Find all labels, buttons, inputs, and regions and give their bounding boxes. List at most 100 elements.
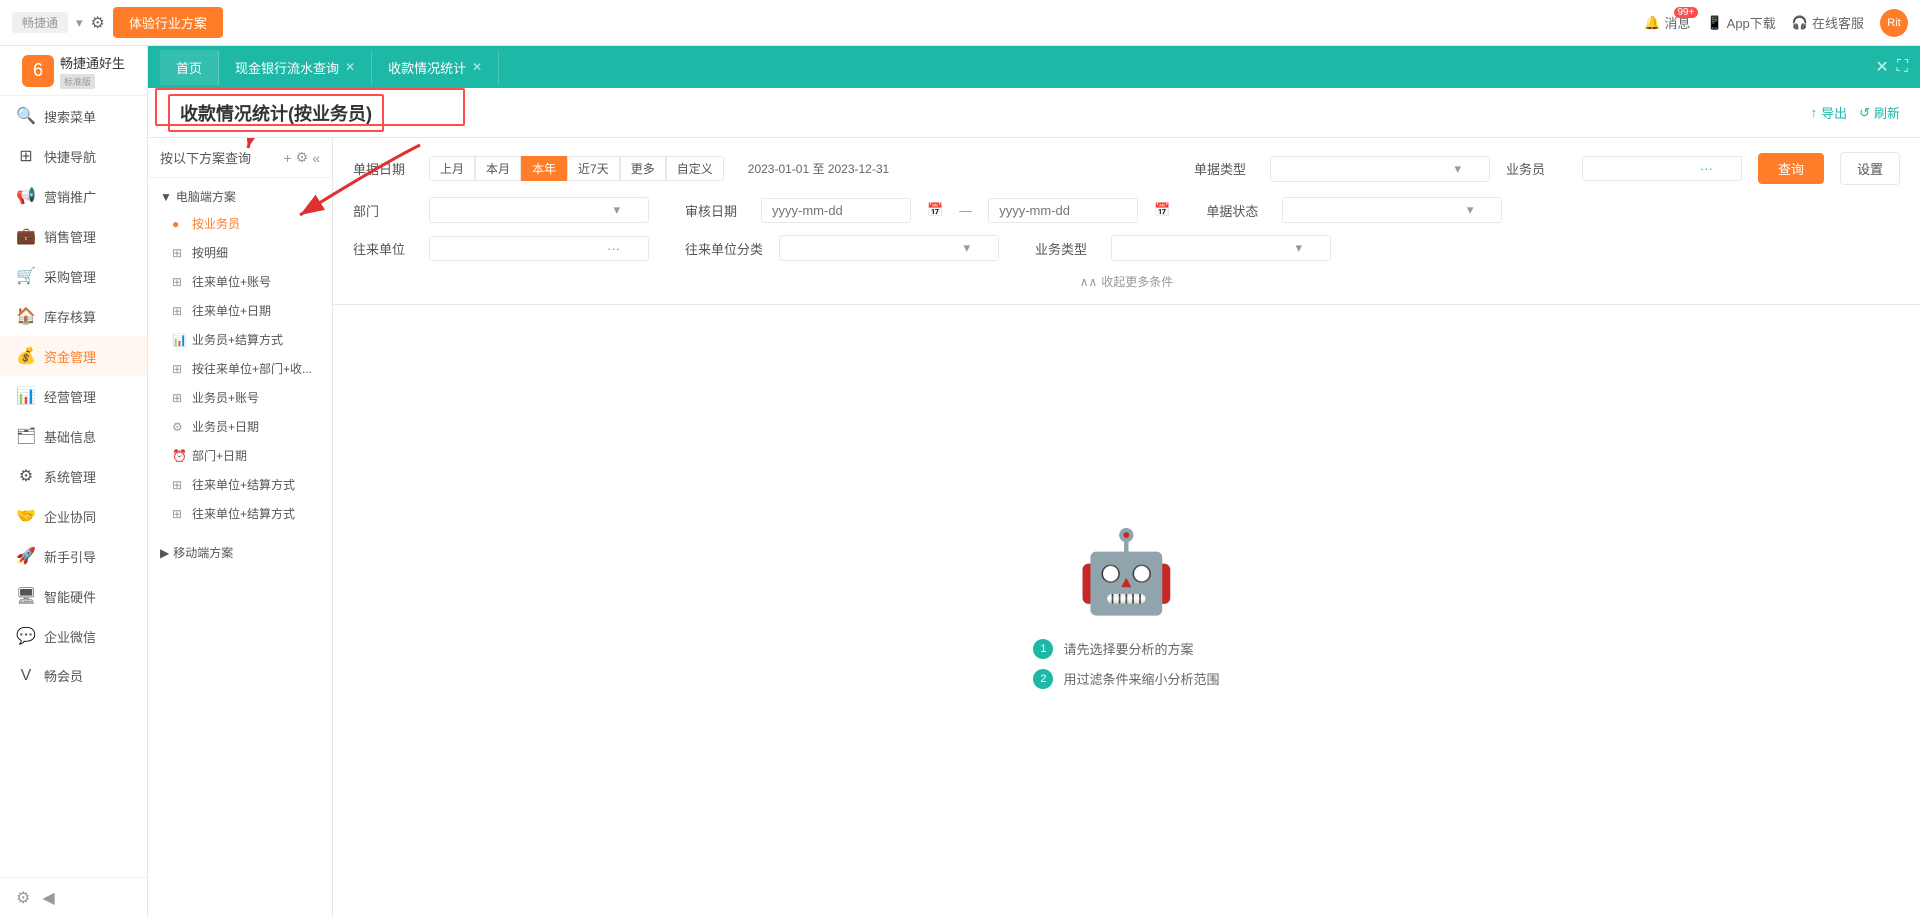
sidebar: 6 畅捷通好生 标准版 🔍 搜索菜单 ⊞ 快捷导航 📢 营销推广 💼 销售管理	[0, 46, 148, 918]
scheme-item-salesperson-date[interactable]: ⚙ 业务员+日期	[148, 412, 332, 441]
settings-icon[interactable]: ⚙	[91, 13, 105, 33]
scheme-item-partner-account[interactable]: ⊞ 往来单位+账号	[148, 267, 332, 296]
date-dash: —	[959, 203, 972, 218]
scheme-item-detail[interactable]: ⊞ 按明细	[148, 238, 332, 267]
tab-bank[interactable]: 现金银行流水查询 ✕	[219, 50, 372, 85]
voucher-type-select[interactable]: ▾	[1270, 156, 1490, 182]
scheme-item-partner-settle1-label: 往来单位+结算方式	[192, 476, 295, 493]
main-layout: 6 畅捷通好生 标准版 🔍 搜索菜单 ⊞ 快捷导航 📢 营销推广 💼 销售管理	[0, 46, 1920, 918]
date-tab-7days[interactable]: 近7天	[567, 156, 620, 181]
sidebar-item-hardware[interactable]: 🖥 智能硬件	[0, 576, 147, 616]
scheme-settings-icon[interactable]: ⚙	[296, 149, 309, 166]
online-service-button[interactable]: 🎧 在线客服	[1792, 13, 1864, 32]
date-tab-custom[interactable]: 自定义	[666, 156, 724, 181]
scheme-salesperson-account-icon: ⊞	[172, 391, 186, 405]
sidebar-item-purchase[interactable]: 🛒 采购管理	[0, 256, 147, 296]
bell-icon: 🔔	[1644, 15, 1660, 31]
sidebar-item-operation[interactable]: 📊 经营管理	[0, 376, 147, 416]
sidebar-item-basic[interactable]: 🗂 基础信息	[0, 416, 147, 456]
sidebar-item-marketing[interactable]: 📢 营销推广	[0, 176, 147, 216]
sidebar-item-inventory[interactable]: 🏠 库存核算	[0, 296, 147, 336]
date-tab-this-month[interactable]: 本月	[475, 156, 521, 181]
sidebar-label-marketing: 营销推广	[44, 187, 96, 206]
sidebar-label-corp: 企业协同	[44, 507, 96, 526]
sidebar-item-guide[interactable]: 🚀 新手引导	[0, 536, 147, 576]
tab-receipts[interactable]: 收款情况统计 ✕	[372, 50, 499, 85]
filter-row-3: 往来单位 ··· 往来单位分类 ▾ 业务类型	[353, 235, 1900, 261]
biz-type-select[interactable]: ▾	[1111, 235, 1331, 261]
voucher-status-select[interactable]: ▾	[1282, 197, 1502, 223]
tab-receipts-close-icon[interactable]: ✕	[472, 60, 482, 74]
scheme-item-partner-dept-recv[interactable]: ⊞ 按往来单位+部门+收...	[148, 354, 332, 383]
cart-icon: 🛒	[16, 266, 36, 286]
sidebar-item-corp[interactable]: 🤝 企业协同	[0, 496, 147, 536]
partner-classify-arrow-icon: ▾	[963, 240, 970, 256]
sidebar-item-nav[interactable]: ⊞ 快捷导航	[0, 136, 147, 176]
salesperson-select[interactable]: ···	[1582, 156, 1742, 181]
export-button[interactable]: ↑ 导出	[1811, 103, 1848, 122]
scheme-item-partner-settle1[interactable]: ⊞ 往来单位+结算方式	[148, 470, 332, 499]
sidebar-label-search: 搜索菜单	[44, 107, 96, 126]
scheme-collapse-icon[interactable]: «	[312, 150, 320, 166]
audit-date-from-calendar-icon[interactable]: 📅	[927, 202, 943, 218]
salesperson-more-icon[interactable]: ···	[1700, 161, 1713, 176]
scheme-item-salesperson[interactable]: ● 按业务员	[148, 209, 332, 238]
empty-state-icon: 🤖	[1077, 525, 1177, 619]
scheme-salesperson-settle-icon: 📊	[172, 333, 186, 347]
message-button[interactable]: 🔔 消息 99+	[1644, 13, 1690, 32]
scheme-item-partner-date[interactable]: ⊞ 往来单位+日期	[148, 296, 332, 325]
partner-more-icon[interactable]: ···	[607, 241, 620, 256]
voucher-status-arrow-icon: ▾	[1467, 202, 1474, 218]
tab-bank-close-icon[interactable]: ✕	[345, 60, 355, 74]
scheme-item-salesperson-date-label: 业务员+日期	[192, 418, 259, 435]
sidebar-item-wechat[interactable]: 💬 企业微信	[0, 616, 147, 656]
service-label: 在线客服	[1812, 13, 1864, 32]
tab-home[interactable]: 首页	[160, 50, 219, 85]
expand-window-icon[interactable]: ⛶	[1897, 58, 1908, 76]
partner-classify-select[interactable]: ▾	[779, 235, 999, 261]
trial-button[interactable]: 体验行业方案	[113, 7, 223, 38]
scheme-item-salesperson-account-label: 业务员+账号	[192, 389, 259, 406]
bottom-collapse-icon[interactable]: ◀	[42, 888, 54, 908]
sidebar-item-finance[interactable]: 💰 资金管理	[0, 336, 147, 376]
scheme-item-partner-settle2[interactable]: ⊞ 往来单位+结算方式	[148, 499, 332, 528]
scheme-add-icon[interactable]: +	[283, 150, 291, 166]
sidebar-menu: 🔍 搜索菜单 ⊞ 快捷导航 📢 营销推广 💼 销售管理 🛒 采购管理 🏠	[0, 96, 147, 877]
empty-steps: 1 请先选择要分析的方案 2 用过滤条件来缩小分析范围	[1033, 639, 1219, 699]
audit-date-from[interactable]	[761, 198, 911, 223]
scheme-header-title: 按以下方案查询	[160, 148, 279, 167]
sidebar-label-purchase: 采购管理	[44, 267, 96, 286]
scheme-item-partner-dept-label: 按往来单位+部门+收...	[192, 360, 312, 377]
dropdown-chevron-icon[interactable]: ▾	[76, 15, 83, 31]
logo: 6 畅捷通好生 标准版	[0, 46, 147, 96]
date-tab-more[interactable]: 更多	[620, 156, 666, 181]
bottom-settings-icon[interactable]: ⚙	[16, 888, 30, 908]
scheme-header: 按以下方案查询 + ⚙ «	[148, 138, 332, 178]
sidebar-item-vip[interactable]: V 畅会员	[0, 656, 147, 695]
app-download-button[interactable]: 📱 App下载	[1706, 13, 1775, 32]
setting-button[interactable]: 设置	[1840, 152, 1900, 185]
scheme-section-desktop-title[interactable]: ▼ 电脑端方案	[148, 184, 332, 209]
sidebar-item-system[interactable]: ⚙ 系统管理	[0, 456, 147, 496]
sidebar-item-sales[interactable]: 💼 销售管理	[0, 216, 147, 256]
scheme-item-salesperson-settle[interactable]: 📊 业务员+结算方式	[148, 325, 332, 354]
partner-select[interactable]: ···	[429, 236, 649, 261]
date-tab-this-year[interactable]: 本年	[521, 156, 567, 181]
dept-select[interactable]: ▾	[429, 197, 649, 223]
refresh-button[interactable]: ↺ 刷新	[1859, 103, 1900, 122]
scheme-item-salesperson-account[interactable]: ⊞ 业务员+账号	[148, 383, 332, 412]
date-tab-last-month[interactable]: 上月	[429, 156, 475, 181]
query-button[interactable]: 查询	[1758, 153, 1824, 184]
dept-label: 部门	[353, 201, 413, 220]
collapse-button[interactable]: ∧∧ 收起更多条件	[353, 273, 1900, 290]
audit-date-to[interactable]	[988, 198, 1138, 223]
close-window-icon[interactable]: ✕	[1875, 57, 1888, 77]
scheme-item-dept-date-label: 部门+日期	[192, 447, 247, 464]
scheme-section-mobile-title[interactable]: ▶ 移动端方案	[148, 540, 332, 565]
avatar[interactable]: Rit	[1880, 9, 1908, 37]
sidebar-item-search[interactable]: 🔍 搜索菜单	[0, 96, 147, 136]
scheme-item-dept-date[interactable]: ⏰ 部门+日期	[148, 441, 332, 470]
audit-date-to-calendar-icon[interactable]: 📅	[1154, 202, 1170, 218]
house-icon: 🏠	[16, 306, 36, 326]
collapse-chevron-icon: ∧∧	[1080, 275, 1098, 289]
